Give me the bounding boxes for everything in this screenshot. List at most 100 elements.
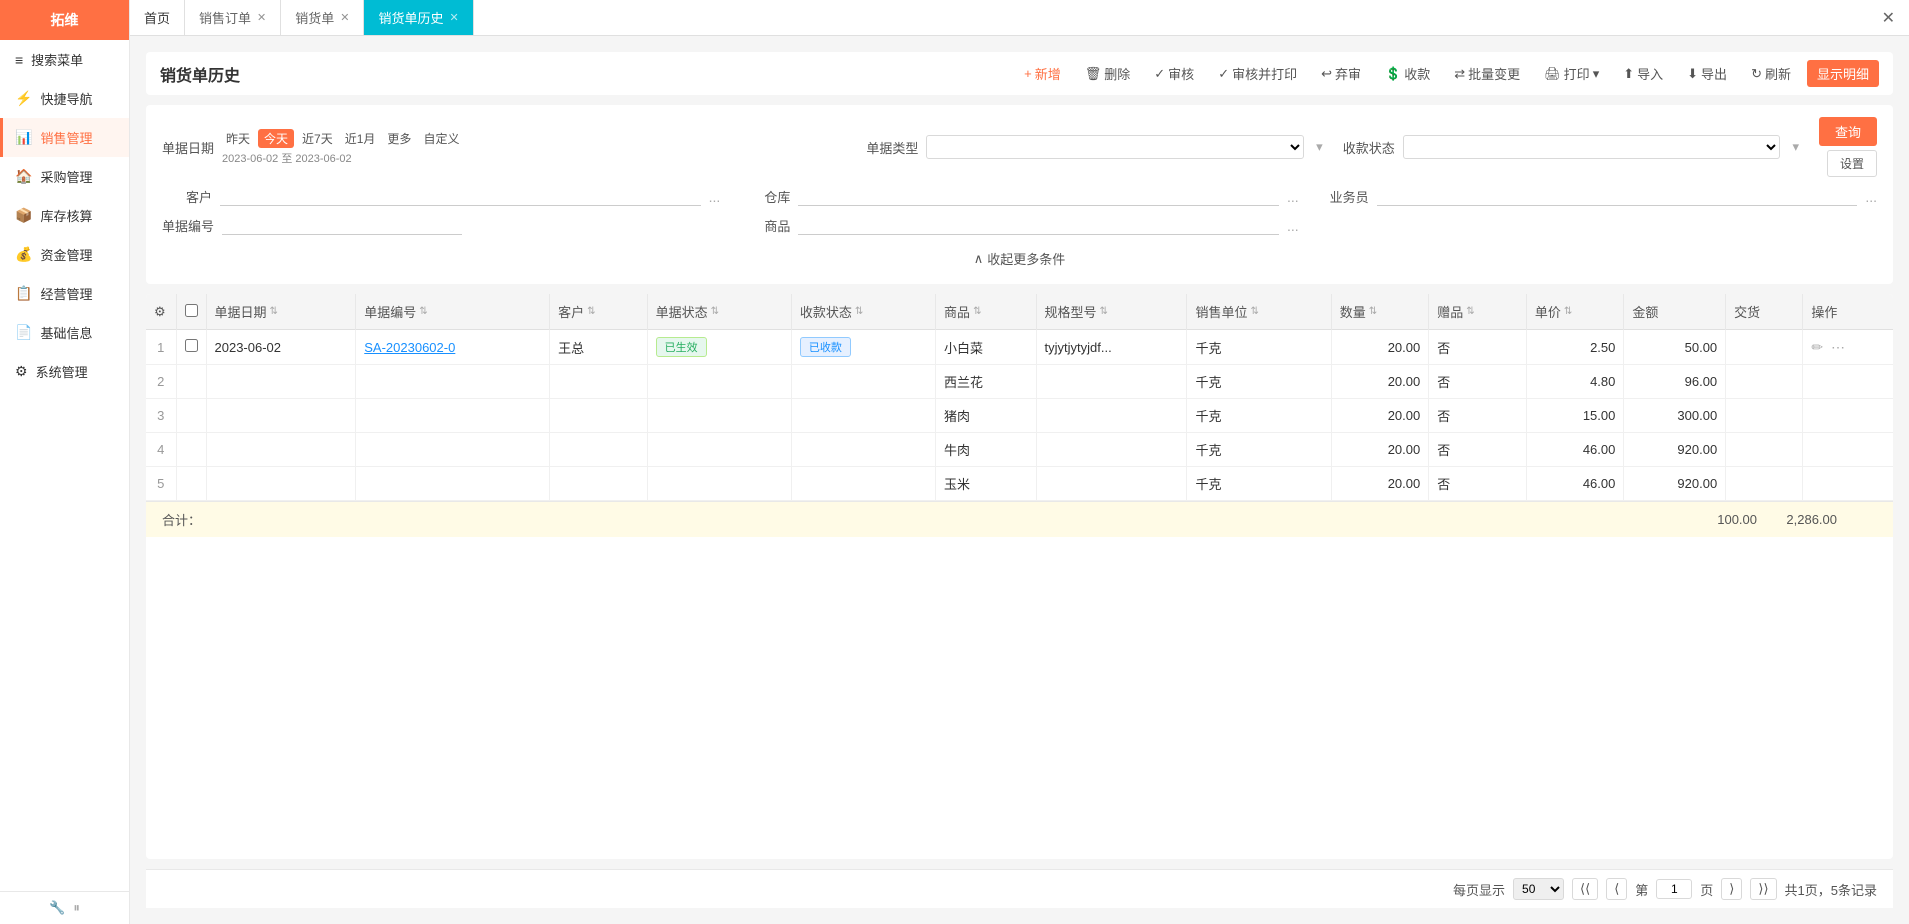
page-number-input[interactable]: [1656, 879, 1692, 899]
staff-picker[interactable]: ...: [1865, 189, 1877, 205]
audit-button[interactable]: ✓ 审核: [1146, 60, 1202, 87]
th-quantity[interactable]: 数量 ⇅: [1331, 294, 1429, 330]
customer-input[interactable]: [220, 187, 701, 206]
warehouse-input[interactable]: [798, 187, 1279, 206]
goods-input[interactable]: [798, 216, 1279, 235]
row-doc-status: [647, 399, 791, 433]
sidebar-item-operations[interactable]: 📋 经营管理: [0, 274, 129, 313]
tab-sales-order[interactable]: 销售订单 ✕: [185, 0, 281, 35]
delete-button[interactable]: 🗑 删除: [1077, 60, 1139, 87]
abandon-button[interactable]: ↩ 弃审: [1313, 60, 1369, 87]
tab-sales-delivery[interactable]: 销货单 ✕: [281, 0, 364, 35]
row-amount: 96.00: [1624, 365, 1726, 399]
staff-input[interactable]: [1377, 187, 1858, 206]
th-unit[interactable]: 销售单位 ⇅: [1187, 294, 1331, 330]
audit-icon: ✓: [1154, 66, 1165, 82]
row-unit-price: 15.00: [1526, 399, 1624, 433]
th-date[interactable]: 单据日期 ⇅: [206, 294, 356, 330]
page-prev-button[interactable]: ⟨: [1606, 878, 1627, 900]
sidebar-item-inventory[interactable]: 📦 库存核算: [0, 196, 129, 235]
th-doc-status[interactable]: 单据状态 ⇅: [647, 294, 791, 330]
page-next-button[interactable]: ⟩: [1721, 878, 1742, 900]
th-payment-status-label: 收款状态: [800, 302, 852, 321]
sidebar-item-finance[interactable]: 💰 资金管理: [0, 235, 129, 274]
tab-sales-order-close[interactable]: ✕: [257, 11, 266, 24]
row-doc-number: [356, 467, 550, 501]
row-actions: [1803, 433, 1893, 467]
print-label: 打印: [1564, 64, 1590, 83]
row-checkbox[interactable]: [185, 339, 198, 352]
row-doc-status: [647, 433, 791, 467]
row-payment-status: [791, 365, 935, 399]
sidebar-item-purchase[interactable]: 🏠 采购管理: [0, 157, 129, 196]
th-customer[interactable]: 客户 ⇅: [550, 294, 648, 330]
query-button[interactable]: 查询: [1819, 117, 1877, 146]
tab-sales-delivery-close[interactable]: ✕: [340, 11, 349, 24]
row-payment-status: [791, 467, 935, 501]
customer-picker[interactable]: ...: [709, 189, 721, 205]
sidebar-bottom-icon2[interactable]: ⏸: [73, 900, 80, 916]
shortcut-more[interactable]: 更多: [383, 129, 415, 148]
sidebar-item-basic-info[interactable]: 📄 基础信息: [0, 313, 129, 352]
warehouse-picker[interactable]: ...: [1287, 189, 1299, 205]
more-icon[interactable]: ⋯: [1831, 339, 1845, 356]
show-detail-button[interactable]: 显示明细: [1807, 60, 1879, 87]
row-doc-status: 已生效: [647, 330, 791, 365]
abandon-label: 弃审: [1335, 64, 1361, 83]
th-spec[interactable]: 规格型号 ⇅: [1036, 294, 1187, 330]
sidebar-item-quick-nav[interactable]: ⚡ 快捷导航: [0, 79, 129, 118]
edit-icon[interactable]: ✏: [1811, 339, 1823, 356]
th-goods[interactable]: 商品 ⇅: [936, 294, 1036, 330]
shortcut-custom[interactable]: 自定义: [419, 129, 463, 148]
page-first-button[interactable]: ⟨⟨: [1572, 878, 1598, 900]
shortcut-yesterday[interactable]: 昨天: [222, 129, 254, 148]
per-page-select[interactable]: 50 100 200: [1513, 878, 1564, 900]
doc-type-select[interactable]: [926, 135, 1304, 159]
audit-print-button[interactable]: ✓ 审核并打印: [1210, 60, 1305, 87]
import-button[interactable]: ⬆ 导入: [1615, 60, 1671, 87]
row-customer: [550, 433, 648, 467]
collapse-label: 收起更多条件: [987, 249, 1065, 268]
th-unit-label: 销售单位: [1195, 302, 1247, 321]
row-unit: 千克: [1187, 365, 1331, 399]
tab-home[interactable]: 首页: [130, 0, 185, 35]
page-last-button[interactable]: ⟩⟩: [1750, 878, 1776, 900]
set-button[interactable]: 设置: [1827, 150, 1877, 177]
sidebar-bottom-icon1[interactable]: 🔧: [49, 900, 65, 916]
th-settings[interactable]: ⚙: [146, 294, 176, 330]
collapse-button[interactable]: ∧ 收起更多条件: [162, 245, 1877, 272]
th-doc-number[interactable]: 单据编号 ⇅: [356, 294, 550, 330]
new-button[interactable]: + 新增: [1016, 60, 1069, 87]
sidebar-item-label: 库存核算: [40, 206, 92, 225]
batch-change-button[interactable]: ⇄ 批量变更: [1446, 60, 1528, 87]
th-gift[interactable]: 赠品 ⇅: [1429, 294, 1527, 330]
export-button[interactable]: ⬇ 导出: [1679, 60, 1735, 87]
doc-number-input[interactable]: [222, 216, 462, 235]
doc-type-label: 单据类型: [866, 138, 918, 157]
date-shortcuts: 昨天 今天 近7天 近1月 更多 自定义: [222, 129, 463, 148]
print-button[interactable]: 🖨 打印 ▾: [1536, 60, 1607, 87]
shortcut-7days[interactable]: 近7天: [298, 129, 337, 148]
tab-sales-history[interactable]: 销货单历史 ✕: [364, 0, 473, 35]
th-gift-sort-icon: ⇅: [1466, 306, 1474, 317]
th-unit-price[interactable]: 单价 ⇅: [1526, 294, 1624, 330]
table-settings-icon[interactable]: ⚙: [154, 304, 166, 319]
sidebar-item-sales[interactable]: 📊 销售管理: [0, 118, 129, 157]
row-gift: 否: [1429, 433, 1527, 467]
sidebar-item-label: 采购管理: [40, 167, 92, 186]
shortcut-today[interactable]: 今天: [258, 129, 294, 148]
receive-button[interactable]: 💲 收款: [1377, 60, 1438, 87]
toolbar: + 新增 🗑 删除 ✓ 审核 ✓ 审核并打印 ↩ 弃审: [1016, 60, 1879, 87]
doc-number-link[interactable]: SA-20230602-0: [364, 340, 455, 355]
th-payment-status[interactable]: 收款状态 ⇅: [791, 294, 935, 330]
tabs-close-all[interactable]: ✕: [1868, 8, 1909, 28]
payment-status-select[interactable]: [1403, 135, 1781, 159]
shortcut-1month[interactable]: 近1月: [341, 129, 380, 148]
tab-sales-history-close[interactable]: ✕: [450, 11, 459, 24]
sidebar-item-search-menu[interactable]: ≡ 搜索菜单: [0, 40, 129, 79]
row-unit-price: 2.50: [1526, 330, 1624, 365]
sidebar-item-system[interactable]: ⚙ 系统管理: [0, 352, 129, 391]
select-all-checkbox[interactable]: [185, 304, 198, 317]
goods-picker[interactable]: ...: [1287, 218, 1299, 234]
refresh-button[interactable]: ↻ 刷新: [1743, 60, 1799, 87]
